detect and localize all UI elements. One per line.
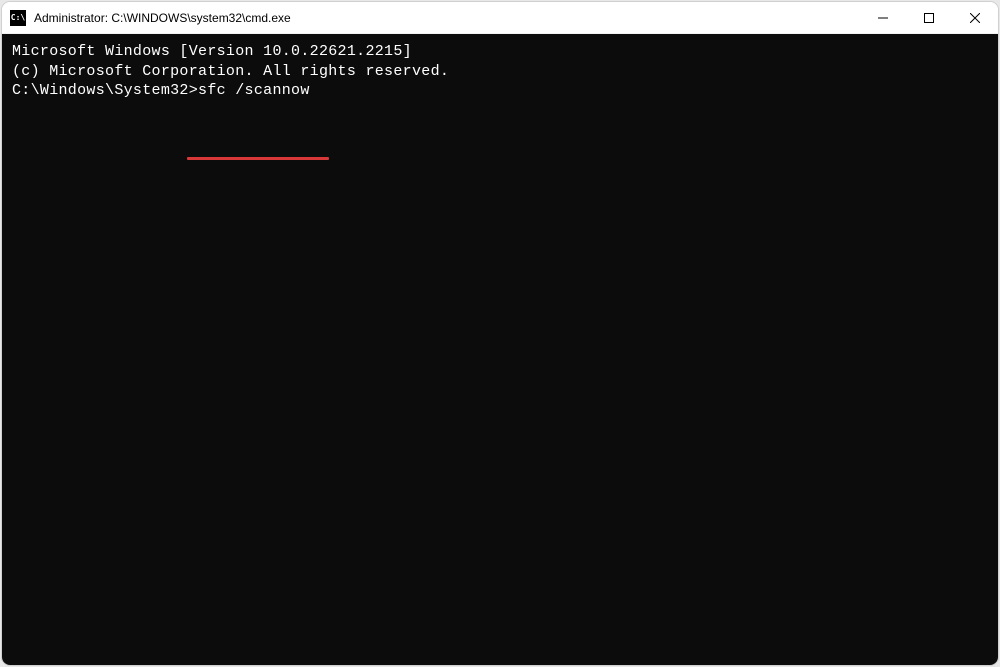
maximize-button[interactable] [906, 2, 952, 33]
close-button[interactable] [952, 2, 998, 33]
window-controls [860, 2, 998, 33]
maximize-icon [924, 13, 934, 23]
close-icon [970, 13, 980, 23]
terminal-prompt-line: C:\Windows\System32>sfc /scannow [12, 81, 988, 101]
window-title: Administrator: C:\WINDOWS\system32\cmd.e… [34, 11, 860, 25]
terminal-command-input[interactable]: sfc /scannow [198, 82, 310, 99]
terminal-prompt: C:\Windows\System32> [12, 82, 198, 99]
minimize-button[interactable] [860, 2, 906, 33]
terminal-output-line: Microsoft Windows [Version 10.0.22621.22… [12, 42, 988, 62]
terminal-output-line: (c) Microsoft Corporation. All rights re… [12, 62, 988, 82]
cmd-app-icon: C:\ [10, 10, 26, 26]
cmd-app-icon-text: C:\ [11, 14, 25, 22]
minimize-icon [878, 13, 888, 23]
terminal-area[interactable]: Microsoft Windows [Version 10.0.22621.22… [2, 34, 998, 665]
command-prompt-window: C:\ Administrator: C:\WINDOWS\system32\c… [2, 2, 998, 665]
annotation-underline [187, 157, 329, 160]
titlebar[interactable]: C:\ Administrator: C:\WINDOWS\system32\c… [2, 2, 998, 34]
